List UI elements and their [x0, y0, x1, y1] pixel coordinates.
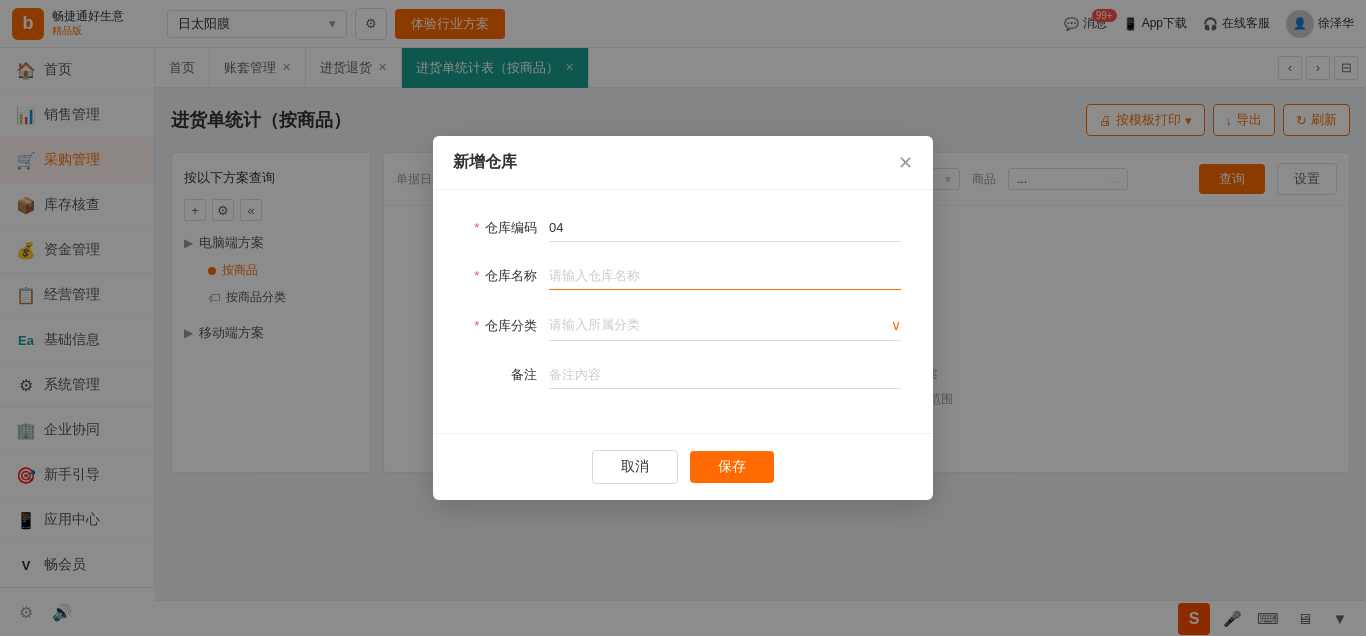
modal-title: 新增仓库 [453, 152, 517, 173]
category-select[interactable]: 请输入所属分类 ∨ [549, 310, 901, 341]
cancel-button[interactable]: 取消 [592, 450, 678, 484]
note-field-label: 备注 [465, 366, 537, 384]
category-field-label: * 仓库分类 [465, 317, 537, 335]
category-placeholder: 请输入所属分类 [549, 316, 891, 334]
form-row-name: * 仓库名称 [465, 262, 901, 290]
name-input[interactable] [549, 262, 901, 290]
code-input[interactable] [549, 214, 901, 242]
category-required-star: * [474, 318, 479, 333]
code-required-star: * [474, 220, 479, 235]
modal-close-button[interactable]: ✕ [898, 154, 913, 172]
save-button[interactable]: 保存 [690, 451, 774, 483]
name-field-label: * 仓库名称 [465, 267, 537, 285]
note-input[interactable] [549, 361, 901, 389]
form-row-note: 备注 [465, 361, 901, 389]
modal-overlay: 新增仓库 ✕ * 仓库编码 * 仓库名称 [0, 0, 1366, 636]
code-field-label: * 仓库编码 [465, 219, 537, 237]
modal-footer: 取消 保存 [433, 433, 933, 500]
modal-body: * 仓库编码 * 仓库名称 * 仓库分类 请输入所属 [433, 190, 933, 433]
modal-header: 新增仓库 ✕ [433, 136, 933, 190]
name-required-star: * [474, 268, 479, 283]
new-warehouse-modal: 新增仓库 ✕ * 仓库编码 * 仓库名称 [433, 136, 933, 500]
form-row-category: * 仓库分类 请输入所属分类 ∨ [465, 310, 901, 341]
category-dropdown-icon: ∨ [891, 317, 901, 333]
form-row-code: * 仓库编码 [465, 214, 901, 242]
